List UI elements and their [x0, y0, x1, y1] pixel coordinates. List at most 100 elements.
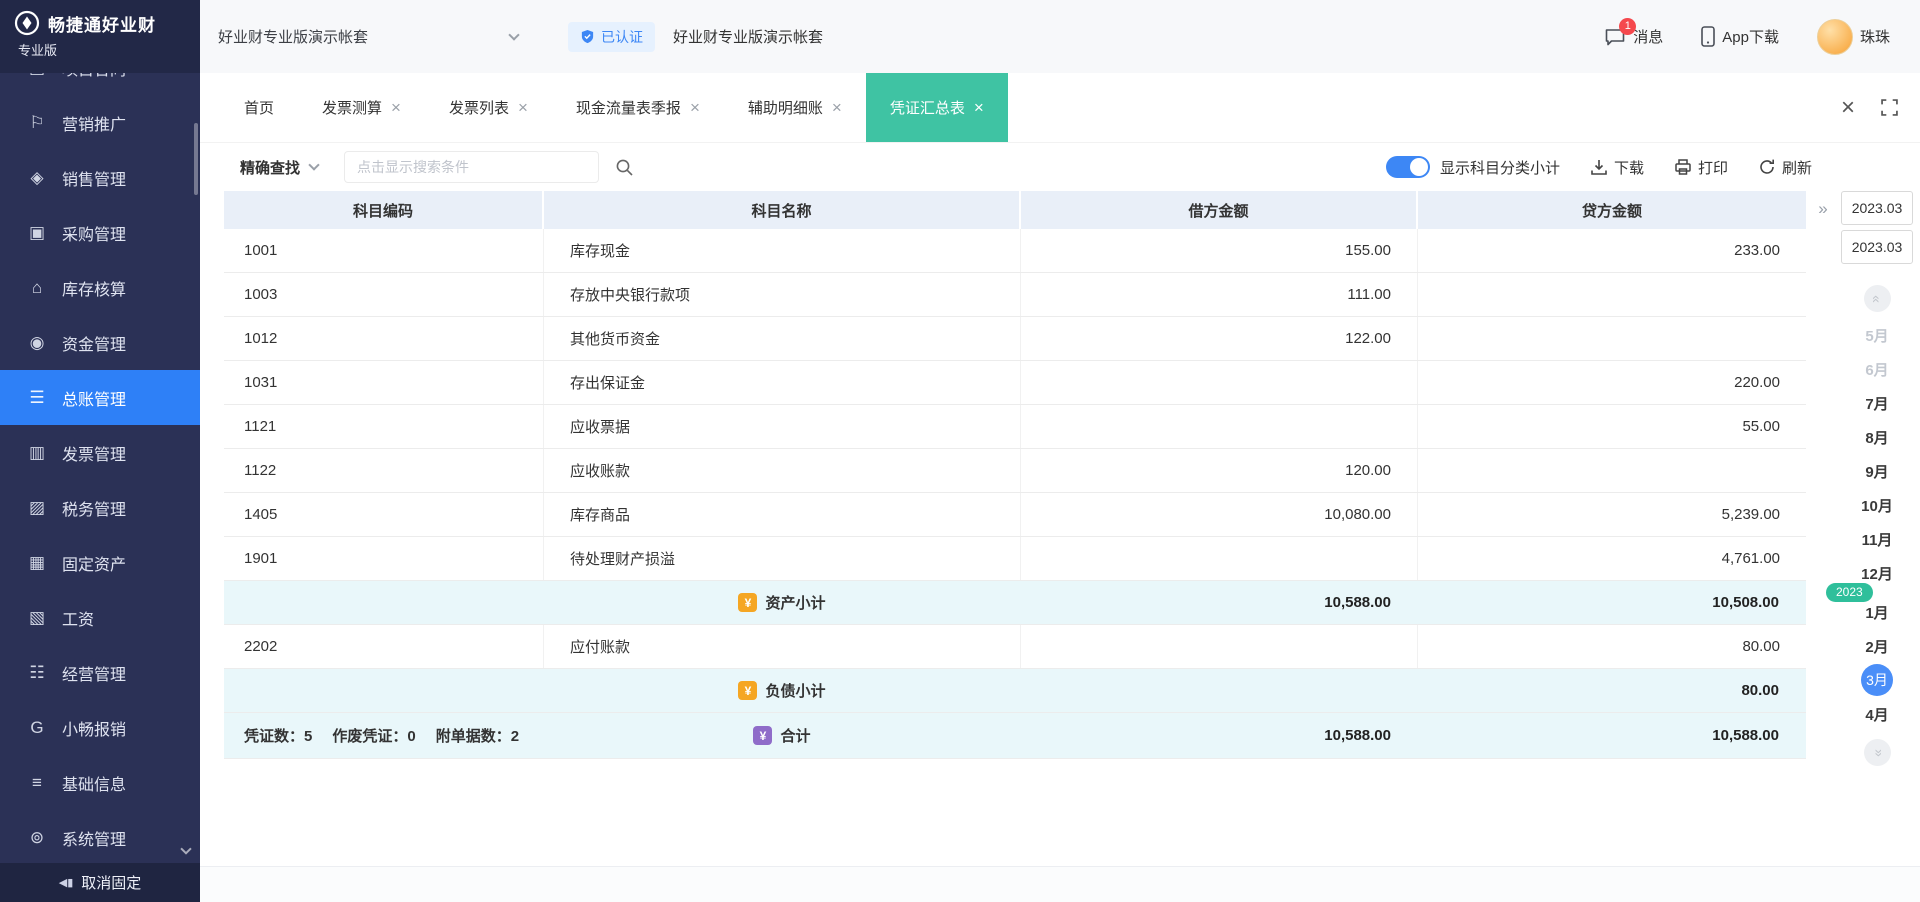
sidebar-item-expense[interactable]: G 小畅报销: [0, 700, 200, 755]
sidebar-item-fixed-assets[interactable]: ▦ 固定资产: [0, 535, 200, 590]
month-9月[interactable]: 9月: [1840, 454, 1914, 488]
panel-gap: »: [1806, 191, 1840, 219]
close-all-tabs-icon[interactable]: ×: [1841, 95, 1855, 120]
tab-close-icon[interactable]: ×: [974, 98, 984, 118]
tab-label: 发票测算: [322, 100, 383, 117]
month-label: 3月: [1861, 664, 1893, 696]
refresh-label: 刷新: [1781, 159, 1812, 177]
tab-5[interactable]: 凭证汇总表 ×: [865, 73, 1008, 142]
cell-subject-code: 1003: [224, 273, 544, 316]
sidebar-item-marketing[interactable]: ⚐ 营销推广: [0, 95, 200, 150]
sidebar-item-purchase[interactable]: ▣ 采购管理: [0, 205, 200, 260]
cell-credit: 5,239.00: [1721, 506, 1780, 523]
chevron-down-icon: [508, 28, 520, 41]
month-8月[interactable]: 8月: [1840, 420, 1914, 454]
sidebar-item-label: 库存核算: [62, 281, 127, 299]
sidebar-item-operations[interactable]: ☷ 经营管理: [0, 645, 200, 700]
month-11月[interactable]: 11月: [1840, 522, 1914, 556]
search-input[interactable]: [344, 151, 600, 183]
search-mode-select[interactable]: 精确查找: [240, 157, 320, 178]
sidebar-item-system[interactable]: ⊚ 系统管理: [0, 810, 200, 863]
fixed-assets-icon: ▦: [28, 552, 46, 572]
tab-close-icon[interactable]: ×: [391, 98, 401, 118]
messages-button[interactable]: 1 消息: [1604, 17, 1663, 47]
sidebar-item-basic-info[interactable]: ≡ 基础信息: [0, 755, 200, 810]
fullscreen-icon[interactable]: [1881, 99, 1898, 116]
sidebar-item-label: 总账管理: [62, 391, 127, 409]
subtotal-toggle[interactable]: [1385, 156, 1430, 178]
col-header-subject-code: 科目编码: [224, 191, 544, 229]
subtotal-label: 负债小计: [765, 683, 826, 700]
sidebar-item-funds[interactable]: ◉ 资金管理: [0, 315, 200, 370]
account-switcher[interactable]: 好业财专业版演示帐套: [218, 26, 520, 47]
logo-title: 畅捷通好业财: [48, 15, 156, 35]
tab-close-icon[interactable]: ×: [690, 98, 700, 118]
collapse-panel-icon[interactable]: »: [1818, 199, 1827, 219]
tab-1[interactable]: 发票测算 ×: [298, 73, 425, 142]
period-panel: 2023.03 2023.03 « 5月 6月 7月 8月 9月 10月 11月 12月 202…: [1826, 191, 1914, 766]
tab-4[interactable]: 辅助明细账 ×: [724, 73, 866, 142]
cell-subject-name: 存出保证金: [544, 361, 1021, 404]
sidebar-menu: ▤ 项目合同 ⚐ 营销推广 ◈ 销售管理 ▣ 采购管理 ⌂ 库存核算 ◉ 资金管理 ☰ 总账管理 ▥ 发票管理…: [0, 73, 200, 863]
scroll-months-up-button[interactable]: «: [1863, 285, 1891, 312]
tab-2[interactable]: 发票列表 ×: [425, 73, 552, 142]
cell-credit: [1418, 273, 1806, 316]
sidebar-item-tax[interactable]: ▨ 税务管理: [0, 480, 200, 535]
unpin-button[interactable]: ◀▮ 取消固定: [0, 863, 200, 902]
table-row[interactable]: 1001 库存现金 155.00 233.00: [224, 229, 1806, 273]
period-end-box[interactable]: 2023.03: [1841, 230, 1913, 264]
month-label: 9月: [1865, 463, 1889, 481]
table-row[interactable]: 1121 应收票据 55.00: [224, 405, 1806, 449]
project-contract-icon: ▤: [26, 73, 48, 78]
month-5月[interactable]: 5月: [1840, 318, 1914, 352]
month-2月[interactable]: 2月: [1840, 629, 1914, 663]
app-download-button[interactable]: App下载: [1701, 26, 1779, 47]
month-7月[interactable]: 7月: [1840, 386, 1914, 420]
cell-debit: [1021, 361, 1418, 404]
print-button[interactable]: 打印: [1674, 157, 1728, 178]
basic-info-icon: ≡: [32, 772, 42, 792]
refresh-button[interactable]: 刷新: [1758, 157, 1812, 178]
total-label: 合计: [780, 728, 811, 745]
sidebar-item-general-ledger[interactable]: ☰ 总账管理: [0, 370, 200, 425]
table-row[interactable]: 1405 库存商品 10,080.00 5,239.00: [224, 493, 1806, 537]
search-icon[interactable]: [615, 158, 634, 177]
tab-close-icon[interactable]: ×: [518, 98, 528, 118]
sidebar-scrollbar[interactable]: [194, 123, 198, 195]
sidebar-item-label: 经营管理: [62, 666, 127, 684]
cell-credit: 233.00: [1734, 242, 1780, 259]
subtotal-toggle-label: 显示科目分类小计: [1439, 159, 1560, 177]
download-button[interactable]: 下载: [1590, 157, 1644, 178]
cell-credit: [1418, 449, 1806, 492]
table-row[interactable]: 1901 待处理财产损溢 4,761.00: [224, 537, 1806, 581]
month-10月[interactable]: 10月: [1840, 488, 1914, 522]
scroll-months-down-button[interactable]: «: [1863, 739, 1891, 766]
tab-close-icon[interactable]: ×: [832, 98, 842, 118]
month-4月[interactable]: 4月: [1840, 697, 1914, 731]
table-row[interactable]: 1122 应收账款 120.00: [224, 449, 1806, 493]
sales-icon: ◈: [30, 167, 44, 187]
tab-3[interactable]: 现金流量表季报 ×: [552, 73, 724, 142]
sidebar-item-payroll[interactable]: ▧ 工资: [0, 590, 200, 645]
table-row[interactable]: 1031 存出保证金 220.00: [224, 361, 1806, 405]
user-menu[interactable]: 珠珠: [1816, 18, 1890, 55]
month-3月[interactable]: 3月: [1840, 663, 1914, 697]
sidebar-item-inventory-accounting[interactable]: ⌂ 库存核算: [0, 260, 200, 315]
table-row[interactable]: 1012 其他货币资金 122.00: [224, 317, 1806, 361]
period-start-box[interactable]: 2023.03: [1841, 191, 1913, 225]
avatar: [1816, 18, 1853, 55]
main-column: 好业财专业版演示帐套 已认证 好业财专业版演示帐套 1 消息 App下载 珠珠 …: [200, 0, 1920, 902]
sidebar-item-sales[interactable]: ◈ 销售管理: [0, 150, 200, 205]
sidebar-item-label: 系统管理: [62, 831, 127, 849]
sidebar-item-invoice[interactable]: ▥ 发票管理: [0, 425, 200, 480]
table-row[interactable]: 2202 应付账款 80.00: [224, 625, 1806, 669]
logo-subtitle: 专业版: [18, 43, 58, 58]
month-6月[interactable]: 6月: [1840, 352, 1914, 386]
purchase-icon: ▣: [28, 222, 46, 242]
tab-0[interactable]: 首页: [220, 73, 298, 142]
table-row[interactable]: 1003 存放中央银行款项 111.00: [224, 273, 1806, 317]
subtotal-icon: ¥: [738, 593, 758, 612]
cell-debit: [1021, 405, 1418, 448]
sidebar-item-project-contract[interactable]: ▤ 项目合同: [0, 73, 200, 95]
phone-icon: [1701, 26, 1716, 47]
